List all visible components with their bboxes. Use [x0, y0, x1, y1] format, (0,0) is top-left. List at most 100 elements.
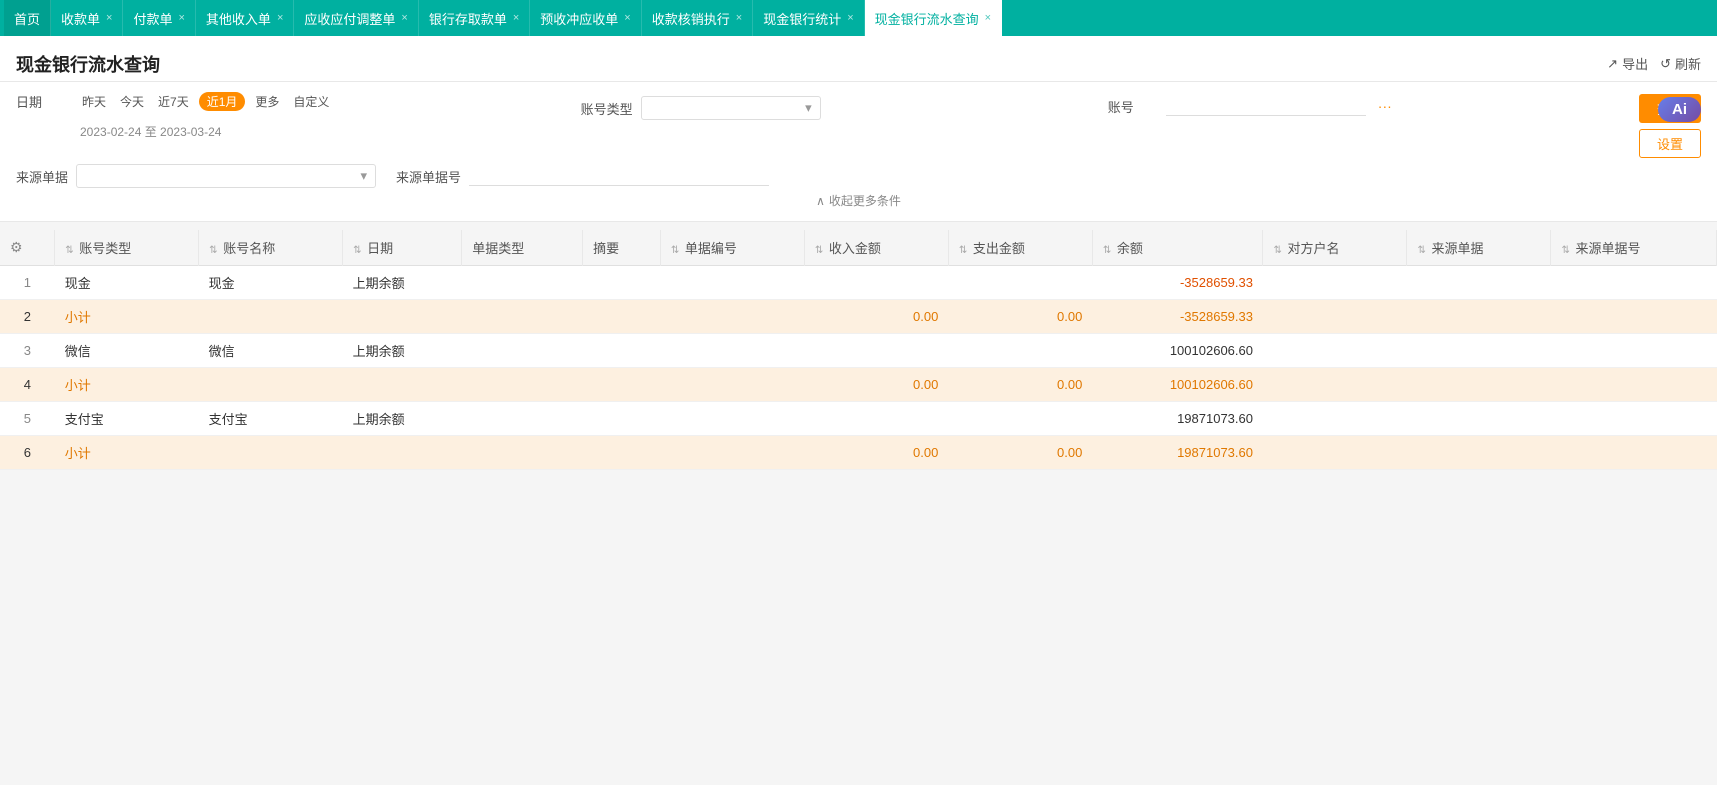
cell-balance: 19871073.60 — [1092, 402, 1263, 436]
nav-tab-receipt[interactable]: 收款单 × — [51, 0, 123, 36]
cell-source-doc-no — [1551, 436, 1717, 470]
cell-source-doc — [1407, 300, 1551, 334]
cell-doc-type — [462, 300, 583, 334]
close-icon[interactable]: × — [624, 12, 630, 24]
cell-balance: 100102606.60 — [1092, 334, 1263, 368]
col-income[interactable]: ⇅ 收入金额 — [804, 230, 948, 266]
account-label: 账号 — [1108, 97, 1158, 116]
date-option-1month[interactable]: 近1月 — [199, 92, 246, 111]
close-icon[interactable]: × — [513, 12, 519, 24]
cell-date — [343, 436, 462, 470]
account-more-button[interactable]: ··· — [1378, 98, 1392, 114]
nav-tab-ar-ap-adj[interactable]: 应收应付调整单 × — [294, 0, 418, 36]
cell-summary — [583, 368, 661, 402]
col-doc-type[interactable]: 单据类型 — [462, 230, 583, 266]
top-navigation: 首页 收款单 × 付款单 × 其他收入单 × 应收应付调整单 × 银行存取款单 … — [0, 0, 1717, 36]
col-counterparty[interactable]: ⇅ 对方户名 — [1263, 230, 1407, 266]
close-icon[interactable]: × — [847, 12, 853, 24]
nav-tab-cash-bank-stats[interactable]: 现金银行统计 × — [753, 0, 864, 36]
cell-account-name: 支付宝 — [199, 402, 343, 436]
date-option-7days[interactable]: 近7天 — [154, 92, 193, 111]
cell-expense: 0.00 — [948, 300, 1092, 334]
cell-doc-no — [660, 334, 804, 368]
source-doc-no-label: 来源单据号 — [396, 167, 461, 186]
settings-button[interactable]: 设置 — [1639, 129, 1701, 158]
col-account-type[interactable]: ⇅ 账号类型 — [55, 230, 199, 266]
col-balance[interactable]: ⇅ 余额 — [1092, 230, 1263, 266]
cell-doc-no — [660, 300, 804, 334]
cell-date: 上期余额 — [343, 266, 462, 300]
refresh-button[interactable]: ↺ 刷新 — [1660, 54, 1701, 73]
sort-icon: ⇅ — [1103, 245, 1111, 256]
table-row: 5 支付宝 支付宝 上期余额 19871073.60 — [0, 402, 1717, 436]
source-doc-no-field[interactable] — [469, 168, 769, 183]
cell-income: 0.00 — [804, 300, 948, 334]
cell-doc-type — [462, 334, 583, 368]
close-icon[interactable]: × — [985, 12, 991, 24]
nav-tab-home[interactable]: 首页 — [4, 0, 51, 36]
col-account-name[interactable]: ⇅ 账号名称 — [199, 230, 343, 266]
page-title: 现金银行流水查询 — [16, 51, 160, 77]
cell-counterparty — [1263, 266, 1407, 300]
cell-account-name: 现金 — [199, 266, 343, 300]
account-text-field[interactable] — [1166, 98, 1366, 113]
date-option-custom[interactable]: 自定义 — [289, 92, 333, 111]
sort-icon: ⇅ — [671, 245, 679, 256]
cell-source-doc — [1407, 334, 1551, 368]
close-icon[interactable]: × — [178, 12, 184, 24]
filter-area: 日期 昨天 今天 近7天 近1月 更多 自定义 2023-02-24 至 202… — [0, 82, 1717, 222]
date-filter-row: 日期 昨天 今天 近7天 近1月 更多 自定义 — [16, 92, 333, 111]
source-doc-label: 来源单据 — [16, 167, 68, 186]
col-doc-no[interactable]: ⇅ 单据编号 — [660, 230, 804, 266]
close-icon[interactable]: × — [106, 12, 112, 24]
col-expense[interactable]: ⇅ 支出金额 — [948, 230, 1092, 266]
account-type-select[interactable]: ▾ — [641, 96, 821, 120]
cell-doc-no — [660, 266, 804, 300]
date-options: 昨天 今天 近7天 近1月 更多 自定义 — [78, 92, 333, 111]
cell-doc-no — [660, 402, 804, 436]
data-table-wrapper: ⚙ ⇅ 账号类型 ⇅ 账号名称 ⇅ 日期 单据类型 摘要 — [0, 230, 1717, 470]
col-source-doc-no[interactable]: ⇅ 来源单据号 — [1551, 230, 1717, 266]
table-row: 1 现金 现金 上期余额 -3528659.33 — [0, 266, 1717, 300]
cell-account-type: 小计 — [55, 436, 199, 470]
cell-source-doc — [1407, 368, 1551, 402]
account-input[interactable] — [1166, 96, 1366, 116]
cell-summary — [583, 436, 661, 470]
source-doc-select[interactable]: ▾ — [76, 164, 376, 188]
collapse-bar[interactable]: ∧ 收起更多条件 — [16, 188, 1701, 215]
cell-doc-type — [462, 266, 583, 300]
close-icon[interactable]: × — [401, 12, 407, 24]
col-summary[interactable]: 摘要 — [583, 230, 661, 266]
cell-income: 0.00 — [804, 368, 948, 402]
close-icon[interactable]: × — [277, 12, 283, 24]
date-range-display: 2023-02-24 至 2023-03-24 — [80, 125, 221, 139]
source-doc-no-input[interactable] — [469, 166, 769, 186]
row-number: 3 — [0, 334, 55, 368]
col-date[interactable]: ⇅ 日期 — [343, 230, 462, 266]
nav-tab-receipt-verify[interactable]: 收款核销执行 × — [642, 0, 753, 36]
col-gear[interactable]: ⚙ — [0, 230, 55, 266]
cell-source-doc-no — [1551, 300, 1717, 334]
nav-tab-cash-bank-flow[interactable]: 现金银行流水查询 × — [865, 0, 1002, 36]
ai-button[interactable]: Ai — [1658, 97, 1701, 122]
cell-account-type: 小计 — [55, 368, 199, 402]
close-icon[interactable]: × — [736, 12, 742, 24]
cell-summary — [583, 266, 661, 300]
nav-tab-prepay-offset[interactable]: 预收冲应收单 × — [530, 0, 641, 36]
export-button[interactable]: ↗ 导出 — [1607, 54, 1648, 73]
cell-balance: 19871073.60 — [1092, 436, 1263, 470]
date-option-today[interactable]: 今天 — [116, 92, 148, 111]
nav-tab-other-income[interactable]: 其他收入单 × — [196, 0, 294, 36]
col-source-doc[interactable]: ⇅ 来源单据 — [1407, 230, 1551, 266]
cell-source-doc — [1407, 266, 1551, 300]
date-option-more[interactable]: 更多 — [251, 92, 283, 111]
row-number: 4 — [0, 368, 55, 402]
cell-date — [343, 368, 462, 402]
chevron-down-icon: ▾ — [805, 100, 812, 116]
nav-tab-payment[interactable]: 付款单 × — [123, 0, 195, 36]
cell-date: 上期余额 — [343, 402, 462, 436]
row-number: 6 — [0, 436, 55, 470]
date-option-yesterday[interactable]: 昨天 — [78, 92, 110, 111]
cell-income: 0.00 — [804, 436, 948, 470]
nav-tab-bank-deposit[interactable]: 银行存取款单 × — [419, 0, 530, 36]
